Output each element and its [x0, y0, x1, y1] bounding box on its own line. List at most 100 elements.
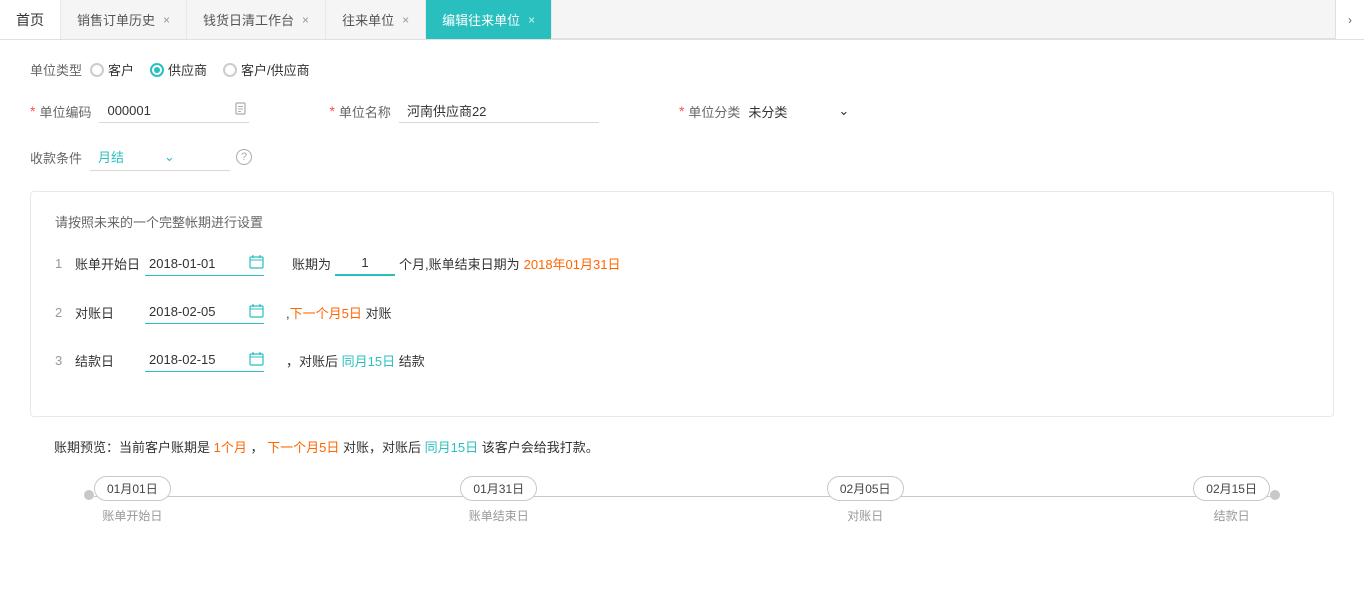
timeline-label-4: 结款日 — [1214, 507, 1250, 524]
unit-code-label: 单位编码 — [39, 102, 91, 121]
main-content: 单位类型 客户 供应商 客户/供应商 * 单位编码 — [0, 40, 1364, 608]
preview-months: 1个月 — [214, 440, 247, 455]
period-row-2: 2 对账日 ,下一个月5日 对账 — [55, 300, 1309, 324]
unit-classify-field: * 单位分类 未分类 ⌄ — [679, 102, 928, 121]
payment-condition-row: 收款条件 月结 ⌄ ? — [30, 143, 1334, 171]
unit-type-row: 单位类型 客户 供应商 客户/供应商 — [30, 60, 1334, 79]
tab-cash-daily[interactable]: 钱货日清工作台 × — [187, 0, 326, 39]
radio-customer-supplier-label: 客户/供应商 — [241, 60, 310, 79]
unit-type-radio-group: 客户 供应商 客户/供应商 — [90, 60, 310, 79]
unit-code-input[interactable] — [99, 99, 229, 122]
unit-name-label: 单位名称 — [339, 102, 391, 121]
payment-condition-value: 月结 — [98, 147, 156, 166]
timeline-badge-1: 01月01日 — [94, 476, 171, 501]
payment-help-icon[interactable]: ? — [236, 149, 252, 165]
radio-supplier-label: 供应商 — [168, 60, 207, 79]
payment-condition-field: 收款条件 月结 ⌄ ? — [30, 143, 252, 171]
period-date-input-2[interactable] — [145, 300, 245, 323]
period-desc-3: ，对账后 同月15日 结款 — [286, 351, 425, 370]
timeline-badge-3: 02月05日 — [827, 476, 904, 501]
payment-condition-label: 收款条件 — [30, 148, 82, 167]
timeline-point-3: 02月05日 对账日 — [827, 476, 904, 524]
period-label-1: 账单开始日 — [75, 254, 145, 273]
period-num-3: 3 — [55, 353, 75, 368]
unit-code-copy-icon[interactable] — [233, 101, 249, 120]
timeline-badge-2: 01月31日 — [460, 476, 537, 501]
period-row-1: 1 账单开始日 账期为 个月,账单结束日期为 2018年01月31日 — [55, 251, 1309, 276]
timeline-container: 01月01日 账单开始日 01月31日 账单结束日 02月05日 对账日 02月… — [54, 476, 1310, 524]
unit-classify-chevron-icon: ⌄ — [838, 103, 928, 119]
timeline-badge-4: 02月15日 — [1193, 476, 1270, 501]
unit-code-input-wrapper — [99, 99, 249, 123]
period-date-2 — [145, 300, 264, 324]
period-box: 请按照未来的一个完整帐期进行设置 1 账单开始日 账期为 个月,账单结束日期为 — [30, 191, 1334, 417]
radio-supplier[interactable]: 供应商 — [150, 60, 207, 79]
tab-home[interactable]: 首页 — [0, 0, 61, 39]
preview-label: 账期预览：当前客户账期是 — [54, 440, 210, 455]
period-desc-1a: 账期为 — [292, 254, 331, 273]
preview-middle1: ， — [251, 440, 264, 455]
tab-cash-daily-close[interactable]: × — [302, 13, 309, 27]
unit-name-required: * — [329, 103, 334, 119]
preview-next-month: 下一个月5日 — [267, 440, 339, 455]
tab-edit-counterparty-close[interactable]: × — [528, 13, 535, 27]
preview-middle2: 对账，对账后 — [343, 440, 421, 455]
radio-supplier-circle — [150, 63, 164, 77]
tab-sales-history-close[interactable]: × — [163, 13, 170, 27]
period-row-3: 3 结款日 ，对账后 同月15日 结款 — [55, 348, 1309, 372]
period-num-1: 1 — [55, 256, 75, 271]
unit-code-required: * — [30, 103, 35, 119]
tab-counterparty[interactable]: 往来单位 × — [326, 0, 426, 39]
timeline-point-1: 01月01日 账单开始日 — [94, 476, 171, 524]
timeline-label-3: 对账日 — [847, 507, 883, 524]
period-same-month: 同月15日 — [342, 354, 395, 369]
period-months-input[interactable] — [335, 251, 395, 276]
tab-bar: 首页 销售订单历史 × 钱货日清工作台 × 往来单位 × 编辑往来单位 × › — [0, 0, 1364, 40]
radio-customer-supplier[interactable]: 客户/供应商 — [223, 60, 310, 79]
timeline-label-2: 账单结束日 — [469, 507, 529, 524]
timeline-point-4: 02月15日 结款日 — [1193, 476, 1270, 524]
radio-customer[interactable]: 客户 — [90, 60, 134, 79]
period-desc-1b: 个月,账单结束日期为 — [399, 254, 520, 273]
unit-name-input[interactable] — [399, 99, 599, 123]
tab-sales-history[interactable]: 销售订单历史 × — [61, 0, 187, 39]
period-date-input-3[interactable] — [145, 348, 245, 371]
period-calendar-icon-2[interactable] — [249, 303, 264, 321]
period-desc-2: ,下一个月5日 对账 — [286, 303, 391, 322]
period-box-title: 请按照未来的一个完整帐期进行设置 — [55, 212, 1309, 231]
period-label-3: 结款日 — [75, 351, 145, 370]
preview-section: 账期预览：当前客户账期是 1个月 ， 下一个月5日 对账，对账后 同月15日 该… — [30, 437, 1334, 524]
unit-classify-value: 未分类 — [748, 102, 838, 121]
payment-condition-select[interactable]: 月结 ⌄ — [90, 143, 230, 171]
unit-type-field: 单位类型 客户 供应商 客户/供应商 — [30, 60, 310, 79]
period-date-3 — [145, 348, 264, 372]
unit-classify-select[interactable]: 未分类 ⌄ — [748, 102, 928, 121]
unit-classify-label: 单位分类 — [688, 102, 740, 121]
period-end-date: 2018年01月31日 — [524, 254, 621, 273]
unit-name-field: * 单位名称 — [329, 99, 598, 123]
radio-customer-circle — [90, 63, 104, 77]
preview-text: 账期预览：当前客户账期是 1个月 ， 下一个月5日 对账，对账后 同月15日 该… — [54, 437, 1310, 456]
unit-type-label: 单位类型 — [30, 60, 82, 79]
preview-suffix: 该客户会给我打款。 — [482, 440, 599, 455]
period-date-input-1[interactable] — [145, 252, 245, 275]
payment-condition-chevron-icon: ⌄ — [164, 149, 222, 165]
period-next-month: 下一个月5日 — [290, 306, 362, 321]
preview-same-month: 同月15日 — [425, 440, 478, 455]
unit-code-field: * 单位编码 — [30, 99, 249, 123]
unit-info-row: * 单位编码 * 单位名称 * — [30, 99, 1334, 123]
timeline-right-dot — [1270, 490, 1280, 500]
period-calendar-icon-1[interactable] — [249, 254, 264, 272]
tab-counterparty-close[interactable]: × — [402, 13, 409, 27]
radio-customer-supplier-circle — [223, 63, 237, 77]
tab-more-chevron[interactable]: › — [1335, 0, 1364, 39]
timeline-label-1: 账单开始日 — [102, 507, 162, 524]
period-calendar-icon-3[interactable] — [249, 351, 264, 369]
tab-edit-counterparty[interactable]: 编辑往来单位 × — [426, 0, 552, 39]
period-num-2: 2 — [55, 305, 75, 320]
timeline-left-dot — [84, 490, 94, 500]
unit-classify-required: * — [679, 103, 684, 119]
timeline-point-2: 01月31日 账单结束日 — [460, 476, 537, 524]
period-label-2: 对账日 — [75, 303, 145, 322]
period-date-1 — [145, 252, 264, 276]
